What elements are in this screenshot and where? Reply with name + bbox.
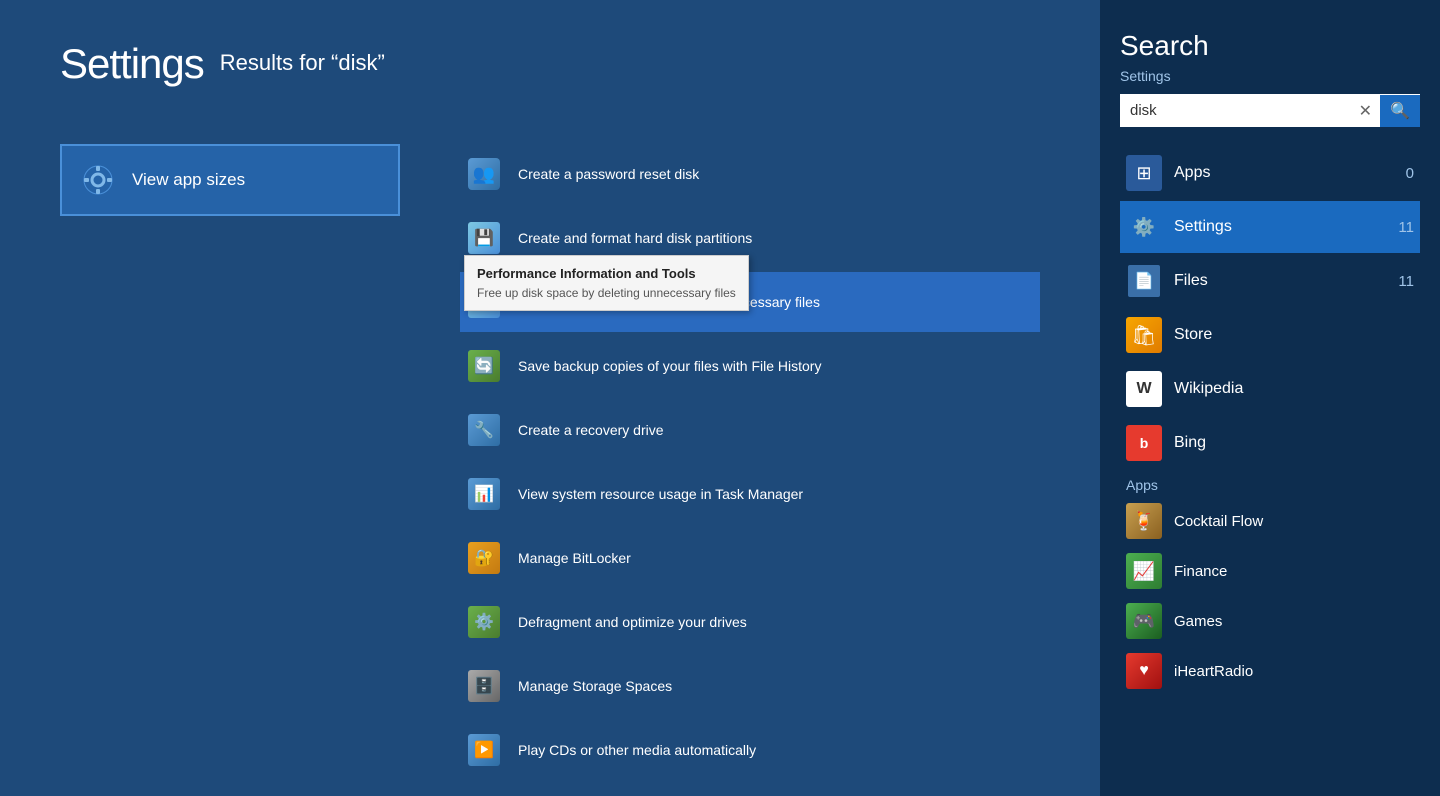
play-cds-item[interactable]: ▶️ Play CDs or other media automatically [460, 720, 1040, 780]
category-apps[interactable]: ⊞ Apps 0 [1120, 147, 1420, 199]
manage-bitlocker-item[interactable]: 🔐 Manage BitLocker [460, 528, 1040, 588]
create-password-item[interactable]: 👥 Create a password reset disk [460, 144, 1040, 204]
iheartradio-icon: ♥ [1126, 653, 1162, 689]
tooltip-title: Performance Information and Tools [477, 264, 736, 284]
autoplay-icon: ▶️ [464, 730, 504, 770]
create-recovery-item[interactable]: 🔧 Create a recovery drive [460, 400, 1040, 460]
bitlocker-icon: 🔐 [464, 538, 504, 578]
play-cds-label: Play CDs or other media automatically [518, 741, 756, 759]
games-icon: 🎮 [1126, 603, 1162, 639]
store-category-icon: 🛍 [1126, 317, 1162, 353]
store-category-label: Store [1174, 326, 1414, 344]
wikipedia-category-label: Wikipedia [1174, 380, 1414, 398]
search-go-button[interactable]: 🔍 [1380, 95, 1420, 127]
category-wikipedia[interactable]: W Wikipedia [1120, 363, 1420, 415]
cocktail-flow-label: Cocktail Flow [1174, 513, 1263, 530]
search-input[interactable] [1120, 94, 1351, 127]
category-settings[interactable]: ⚙️ Settings 11 [1120, 201, 1420, 253]
create-password-label: Create a password reset disk [518, 165, 699, 183]
tooltip-description: Free up disk space by deleting unnecessa… [477, 284, 736, 302]
finance-icon: 📈 [1126, 553, 1162, 589]
create-format-label: Create and format hard disk partitions [518, 229, 752, 247]
manage-storage-label: Manage Storage Spaces [518, 677, 672, 695]
settings-category-label: Settings [1174, 218, 1398, 236]
settings-category-icon: ⚙️ [1126, 209, 1162, 245]
finance-label: Finance [1174, 563, 1227, 580]
view-task-item[interactable]: 📊 View system resource usage in Task Man… [460, 464, 1040, 524]
app-finance[interactable]: 📈 Finance [1120, 547, 1420, 595]
col-left: View app sizes [60, 144, 420, 784]
search-clear-button[interactable]: ✕ [1351, 95, 1380, 127]
app-games[interactable]: 🎮 Games [1120, 597, 1420, 645]
files-category-icon: 📄 [1126, 263, 1162, 299]
apps-category-count: 0 [1406, 165, 1414, 182]
view-app-sizes-label: View app sizes [132, 170, 245, 190]
col-right: 👥 Create a password reset disk 💾 Create … [460, 144, 1040, 784]
right-panel: Search Settings ✕ 🔍 ⊞ Apps 0 ⚙️ Settings… [1100, 0, 1440, 796]
header-row: Settings Results for “disk” [60, 40, 1040, 114]
main-content: Settings Results for “disk” View app siz… [0, 0, 1100, 796]
apps-category-icon: ⊞ [1126, 155, 1162, 191]
page-title: Settings [60, 40, 204, 88]
manage-bitlocker-label: Manage BitLocker [518, 549, 631, 567]
view-task-label: View system resource usage in Task Manag… [518, 485, 803, 503]
save-backup-item[interactable]: 🔄 Save backup copies of your files with … [460, 336, 1040, 396]
recovery-icon: 🔧 [464, 410, 504, 450]
backup-icon: 🔄 [464, 346, 504, 386]
apps-category-label: Apps [1174, 164, 1406, 182]
save-backup-label: Save backup copies of your files with Fi… [518, 357, 821, 375]
user-group-icon: 👥 [464, 154, 504, 194]
games-label: Games [1174, 613, 1222, 630]
defragment-label: Defragment and optimize your drives [518, 613, 747, 631]
results-subtitle: Results for “disk” [220, 50, 385, 76]
search-box: ✕ 🔍 [1120, 94, 1420, 127]
defragment-item[interactable]: ⚙️ Defragment and optimize your drives [460, 592, 1040, 652]
tooltip: Performance Information and Tools Free u… [464, 255, 749, 311]
hdd-icon: 💾 [464, 218, 504, 258]
iheartradio-label: iHeartRadio [1174, 663, 1253, 680]
wikipedia-category-icon: W [1126, 371, 1162, 407]
settings-category-count: 11 [1398, 219, 1414, 236]
category-store[interactable]: 🛍 Store [1120, 309, 1420, 361]
create-recovery-label: Create a recovery drive [518, 421, 664, 439]
apps-section-label: Apps [1126, 477, 1414, 493]
bing-category-icon: b [1126, 425, 1162, 461]
view-app-sizes-button[interactable]: View app sizes [60, 144, 400, 216]
app-cocktail-flow[interactable]: 🍹 Cocktail Flow [1120, 497, 1420, 545]
gear-icon [78, 160, 118, 200]
search-panel-title: Search [1120, 30, 1420, 62]
storage-icon: 🗄️ [464, 666, 504, 706]
task-manager-icon: 📊 [464, 474, 504, 514]
defrag-icon: ⚙️ [464, 602, 504, 642]
bing-category-label: Bing [1174, 434, 1414, 452]
cocktail-flow-icon: 🍹 [1126, 503, 1162, 539]
manage-storage-item[interactable]: 🗄️ Manage Storage Spaces [460, 656, 1040, 716]
category-files[interactable]: 📄 Files 11 [1120, 255, 1420, 307]
results-area: View app sizes 👥 Create a password reset… [60, 144, 1040, 784]
category-bing[interactable]: b Bing [1120, 417, 1420, 469]
app-iheartradio[interactable]: ♥ iHeartRadio [1120, 647, 1420, 695]
files-category-label: Files [1174, 272, 1398, 290]
files-category-count: 11 [1398, 273, 1414, 290]
search-context: Settings [1120, 68, 1420, 84]
